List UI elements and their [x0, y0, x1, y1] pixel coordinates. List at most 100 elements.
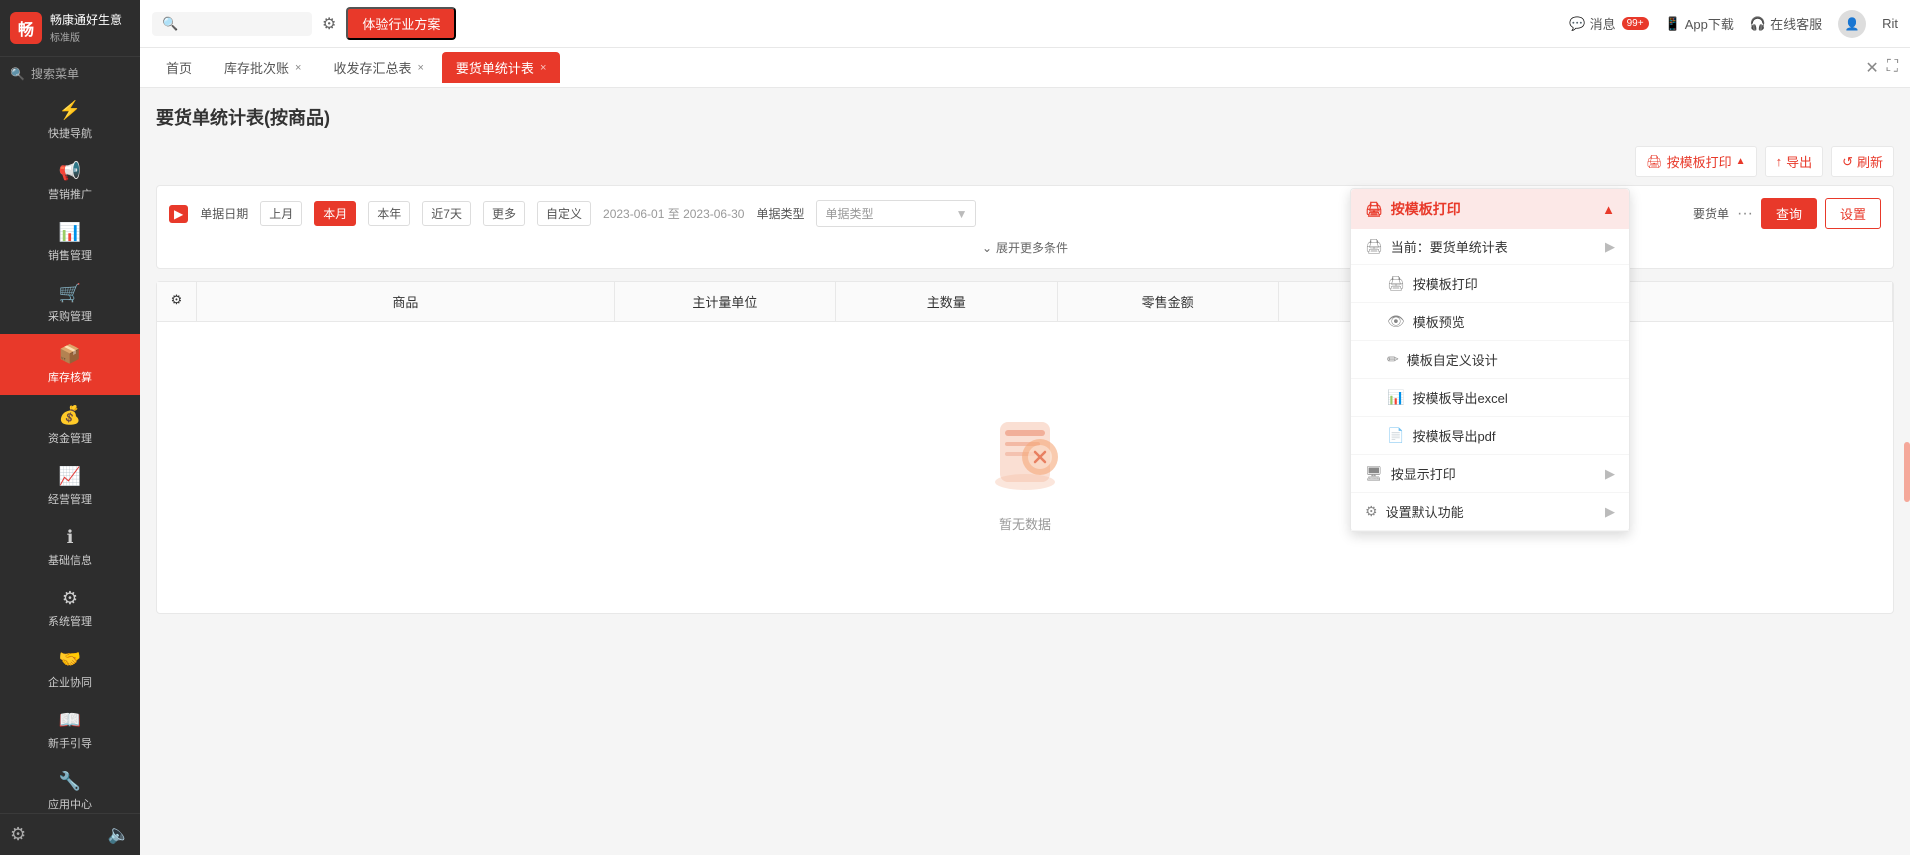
dropdown-item-design[interactable]: ✏ 模板自定义设计	[1351, 341, 1629, 379]
base-info-icon: ℹ	[67, 527, 74, 548]
col-unit: 主计量单位	[615, 282, 836, 321]
dropdown-chevron-icon[interactable]: ▲	[1602, 202, 1615, 217]
tab-close-order-stats[interactable]: ×	[540, 62, 546, 74]
close-window-btn[interactable]: ✕	[1865, 58, 1878, 78]
app-download-label: App下载	[1685, 14, 1734, 33]
sidebar-item-app-center[interactable]: 🔧 应用中心	[0, 761, 140, 813]
sidebar-item-marketing[interactable]: 📢 营销推广	[0, 151, 140, 212]
sidebar-item-inventory[interactable]: 📦 库存核算	[0, 334, 140, 395]
more-dots-icon[interactable]: ···	[1737, 205, 1753, 223]
filter-expand-arrow[interactable]: ▶	[169, 205, 188, 223]
date-btn-custom[interactable]: 自定义	[537, 201, 591, 226]
dropdown-item-print-icon: 🖨	[1387, 275, 1405, 292]
type-select-value: 单据类型	[825, 205, 873, 222]
print-chevron-icon: ▲	[1736, 156, 1746, 167]
default-func-label: 设置默认功能	[1386, 502, 1464, 521]
date-btn-this-year[interactable]: 本年	[368, 201, 410, 226]
topbar-gear-icon[interactable]: ⚙	[322, 14, 336, 34]
sidebar-item-label: 企业协同	[48, 674, 92, 690]
dropdown-item-excel-icon: 📊	[1387, 389, 1404, 406]
date-btn-7days[interactable]: 近7天	[422, 201, 471, 226]
print-dropdown-menu: 🖨 按模板打印 ▲ 🖨 当前：要货单统计表 ▶ 🖨 按模板打印 👁 模板预览	[1350, 188, 1630, 532]
sidebar-item-guide[interactable]: 📖 新手引导	[0, 700, 140, 761]
default-chevron-icon: ▶	[1605, 504, 1615, 520]
message-btn[interactable]: 💬 消息 99+	[1569, 14, 1648, 33]
dropdown-section-display-print[interactable]: 🖥 按显示打印 ▶	[1351, 455, 1629, 493]
window-controls: ✕ ⛶	[1865, 58, 1898, 78]
message-icon: 💬	[1569, 16, 1585, 32]
date-btn-this-month[interactable]: 本月	[314, 201, 356, 226]
export-btn[interactable]: ↑ 导出	[1765, 146, 1824, 177]
dropdown-item-export-excel[interactable]: 📊 按模板导出excel	[1351, 379, 1629, 417]
refresh-btn[interactable]: ↺ 刷新	[1831, 146, 1894, 177]
topbar-search-box[interactable]: 🔍	[152, 12, 312, 36]
dropdown-item-preview-label: 模板预览	[1413, 312, 1465, 331]
sidebar-item-operations[interactable]: 📈 经营管理	[0, 456, 140, 517]
date-btn-last-month[interactable]: 上月	[260, 201, 302, 226]
settings-icon[interactable]: ⚙	[10, 824, 26, 845]
tab-order-stats[interactable]: 要货单统计表 ×	[442, 52, 560, 83]
tab-inventory-batch[interactable]: 库存批次账 ×	[210, 52, 315, 83]
topbar: 🔍 ⚙ 体验行业方案 💬 消息 99+ 📱 App下载 🎧 在线客服 👤 Rit	[140, 0, 1910, 48]
refresh-btn-label: 刷新	[1857, 152, 1883, 171]
sidebar-item-sales[interactable]: 📊 销售管理	[0, 212, 140, 273]
maximize-window-btn[interactable]: ⛶	[1887, 58, 1898, 78]
page-content: 要货单统计表(按商品) 🖨 按模板打印 ▲ ↑ 导出 ↺ 刷新 ▶	[140, 88, 1910, 855]
settings-btn[interactable]: 设置	[1825, 198, 1881, 229]
volume-icon[interactable]: 🔈	[108, 824, 130, 845]
scroll-indicator[interactable]	[1904, 442, 1910, 502]
expand-more-btn[interactable]: ⌄ 展开更多条件	[982, 239, 1068, 256]
data-table: ⚙ 商品 主计量单位 主数量 零售金额	[156, 281, 1894, 614]
refresh-icon: ↺	[1842, 154, 1853, 170]
message-label: 消息	[1590, 14, 1616, 33]
dropdown-item-preview[interactable]: 👁 模板预览	[1351, 303, 1629, 341]
tab-close-inventory-batch[interactable]: ×	[295, 62, 301, 74]
dropdown-item-export-pdf-label: 按模板导出pdf	[1412, 426, 1495, 445]
type-select[interactable]: 单据类型 ▼	[816, 200, 976, 227]
sidebar-search[interactable]: 🔍 搜索菜单	[0, 57, 140, 90]
sidebar-item-label: 库存核算	[48, 369, 92, 385]
date-filter-label: 单据日期	[200, 205, 248, 222]
app-logo-icon: 畅	[10, 12, 42, 44]
sidebar-logo: 畅 畅康通好生意 标准版	[0, 0, 140, 57]
sidebar-item-label: 基础信息	[48, 552, 92, 568]
dropdown-item-preview-icon: 👁	[1387, 313, 1405, 330]
sidebar-item-label: 系统管理	[48, 613, 92, 629]
online-service-btn[interactable]: 🎧 在线客服	[1750, 14, 1822, 33]
app-center-icon: 🔧	[59, 771, 81, 792]
dropdown-item-print[interactable]: 🖨 按模板打印	[1351, 265, 1629, 303]
table-header-row: ⚙ 商品 主计量单位 主数量 零售金额	[157, 282, 1893, 322]
col-settings[interactable]: ⚙	[157, 282, 197, 321]
dropdown-item-design-icon: ✏	[1387, 351, 1399, 368]
sidebar-item-system[interactable]: ⚙ 系统管理	[0, 578, 140, 639]
empty-state: 暂无数据	[157, 322, 1893, 613]
sidebar-item-collab[interactable]: 🤝 企业协同	[0, 639, 140, 700]
dropdown-header: 🖨 按模板打印 ▲	[1351, 189, 1629, 229]
sidebar-item-quick-nav[interactable]: ⚡ 快捷导航	[0, 90, 140, 151]
trial-btn[interactable]: 体验行业方案	[346, 7, 456, 40]
print-template-btn[interactable]: 🖨 按模板打印 ▲	[1635, 146, 1756, 177]
avatar[interactable]: 👤	[1838, 10, 1866, 38]
dropdown-item-export-pdf[interactable]: 📄 按模板导出pdf	[1351, 417, 1629, 455]
type-filter-label: 单据类型	[756, 205, 804, 222]
tab-stock-summary[interactable]: 收发存汇总表 ×	[319, 52, 437, 83]
search-input[interactable]	[184, 17, 302, 31]
sidebar-item-finance[interactable]: 💰 资金管理	[0, 395, 140, 456]
service-icon: 🎧	[1750, 16, 1766, 32]
marketing-icon: 📢	[59, 161, 81, 182]
dropdown-current-item[interactable]: 🖨 当前：要货单统计表 ▶	[1351, 229, 1629, 265]
query-btn[interactable]: 查询	[1761, 198, 1817, 229]
date-btn-more[interactable]: 更多	[483, 201, 525, 226]
dropdown-section-default[interactable]: ⚙ 设置默认功能 ▶	[1351, 493, 1629, 531]
sidebar-item-purchase[interactable]: 🛒 采购管理	[0, 273, 140, 334]
export-btn-label: 导出	[1786, 152, 1812, 171]
type-select-chevron-icon: ▼	[956, 207, 968, 221]
sidebar-item-base-info[interactable]: ℹ 基础信息	[0, 517, 140, 578]
guide-icon: 📖	[59, 710, 81, 731]
sidebar-search-label: 搜索菜单	[31, 65, 79, 82]
topbar-search-icon: 🔍	[162, 16, 178, 32]
app-download-btn[interactable]: 📱 App下载	[1665, 14, 1734, 33]
tab-close-stock-summary[interactable]: ×	[417, 62, 423, 74]
tab-home[interactable]: 首页	[152, 52, 206, 83]
dropdown-item-print-label: 按模板打印	[1413, 274, 1478, 293]
